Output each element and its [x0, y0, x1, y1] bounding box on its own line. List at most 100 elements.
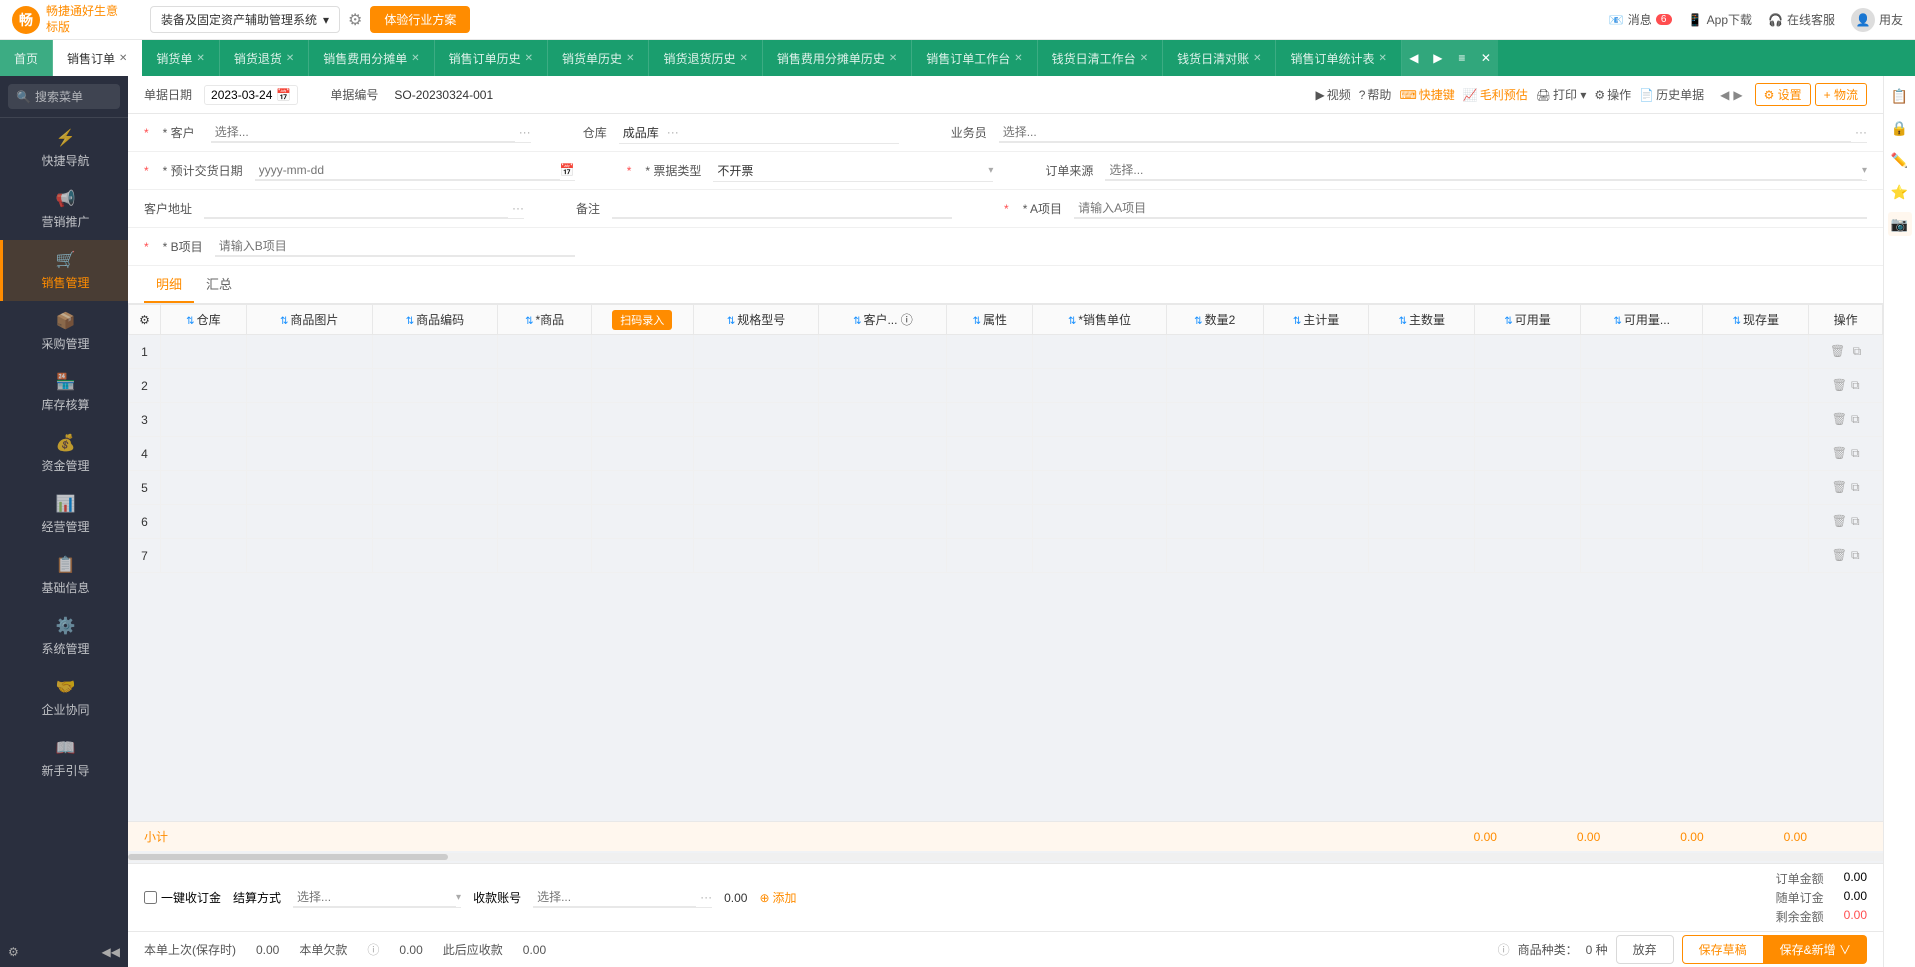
sidebar-item-guide[interactable]: 📖 新手引导 — [0, 728, 128, 789]
cell-product[interactable] — [498, 437, 592, 471]
cell-attribute[interactable] — [947, 471, 1033, 505]
operations-button[interactable]: ⚙ 操作 — [1594, 86, 1631, 103]
remark-input[interactable] — [612, 199, 952, 218]
tab-sales-slip-history[interactable]: 销货单历史 ✕ — [548, 40, 649, 76]
cell-qty2[interactable] — [1166, 539, 1263, 573]
copy-icon[interactable]: ⧉ — [1851, 514, 1860, 528]
cell-product[interactable] — [498, 505, 592, 539]
cell-available[interactable] — [1475, 505, 1581, 539]
cell-customer-code[interactable] — [819, 335, 947, 369]
a-project-input[interactable] — [1074, 199, 1867, 218]
cell-image[interactable] — [246, 437, 372, 471]
account-more-icon[interactable]: ··· — [700, 890, 712, 904]
tab-sales-stats[interactable]: 销售订单统计表 ✕ — [1276, 40, 1401, 76]
cell-image[interactable] — [246, 505, 372, 539]
tab-next-button[interactable]: ▶ — [1426, 40, 1450, 76]
cell-available[interactable] — [1475, 403, 1581, 437]
cell-current[interactable] — [1703, 369, 1809, 403]
cell-code[interactable] — [372, 471, 498, 505]
cell-spec[interactable] — [693, 437, 819, 471]
tab-close-icon[interactable]: ✕ — [525, 53, 533, 64]
cell-unit[interactable] — [1033, 403, 1167, 437]
help-button[interactable]: ? 帮助 — [1359, 86, 1392, 103]
table-scrollbar[interactable] — [128, 853, 1883, 861]
cell-unit[interactable] — [1033, 505, 1167, 539]
cell-image[interactable] — [246, 403, 372, 437]
one-click-payment-checkbox[interactable]: 一键收订金 — [144, 889, 221, 906]
scrollbar-thumb[interactable] — [128, 854, 448, 860]
sidebar-item-cooperation[interactable]: 🤝 企业协同 — [0, 667, 128, 728]
cell-spec[interactable] — [693, 335, 819, 369]
delete-icon[interactable]: 🗑 — [1832, 378, 1847, 392]
delete-icon[interactable]: 🗑 — [1830, 344, 1845, 358]
cell-customer-code[interactable] — [819, 437, 947, 471]
cell-current[interactable] — [1703, 539, 1809, 573]
cell-customer-code[interactable] — [819, 369, 947, 403]
th-scan[interactable]: 扫码录入 — [591, 305, 693, 335]
cell-customer-code[interactable] — [819, 471, 947, 505]
sidebar-item-purchase[interactable]: 📦 采购管理 — [0, 301, 128, 362]
cell-main-unit[interactable] — [1263, 369, 1369, 403]
cell-unit[interactable] — [1033, 471, 1167, 505]
cell-qty2[interactable] — [1166, 505, 1263, 539]
cell-customer-code[interactable] — [819, 539, 947, 573]
cell-code[interactable] — [372, 539, 498, 573]
cell-warehouse[interactable] — [161, 505, 247, 539]
account-input[interactable] — [533, 888, 696, 907]
th-unit[interactable]: ⇅*销售单位 — [1033, 305, 1167, 335]
address-input[interactable] — [204, 199, 508, 218]
tab-summary[interactable]: 汇总 — [194, 266, 244, 303]
cell-warehouse[interactable] — [161, 369, 247, 403]
shortcut-button[interactable]: ⌨ 快捷键 — [1399, 86, 1454, 103]
cell-product[interactable] — [498, 335, 592, 369]
customer-input[interactable] — [211, 123, 515, 142]
cell-image[interactable] — [246, 335, 372, 369]
copy-icon[interactable]: ⧉ — [1853, 344, 1862, 358]
cell-unit[interactable] — [1033, 335, 1167, 369]
cell-spec[interactable] — [693, 369, 819, 403]
tab-close-icon[interactable]: ✕ — [119, 53, 127, 64]
right-panel-edit[interactable]: ✏️ — [1888, 148, 1912, 172]
scan-enter-button[interactable]: 扫码录入 — [612, 310, 672, 330]
tab-sales-slip[interactable]: 销货单 ✕ — [142, 40, 219, 76]
delete-icon[interactable]: 🗑 — [1832, 412, 1847, 426]
cell-spec[interactable] — [693, 403, 819, 437]
th-customer-code[interactable]: ⇅客户... ⓘ — [819, 305, 947, 335]
cell-main-qty[interactable] — [1369, 539, 1475, 573]
history-orders-button[interactable]: 📄 历史单据 — [1639, 86, 1704, 103]
cell-available[interactable] — [1475, 539, 1581, 573]
cell-current[interactable] — [1703, 505, 1809, 539]
tab-home[interactable]: 首页 — [0, 40, 53, 76]
address-more-icon[interactable]: ··· — [512, 201, 524, 215]
sidebar-item-inventory[interactable]: 🏪 库存核算 — [0, 362, 128, 423]
cell-warehouse[interactable] — [161, 335, 247, 369]
cell-unit[interactable] — [1033, 437, 1167, 471]
cell-attribute[interactable] — [947, 539, 1033, 573]
cell-image[interactable] — [246, 539, 372, 573]
save-new-button[interactable]: 保存&新增 ∨ — [1764, 935, 1867, 964]
th-product[interactable]: ⇅*商品 — [498, 305, 592, 335]
right-panel-star[interactable]: ⭐ — [1888, 180, 1912, 204]
cell-warehouse[interactable] — [161, 403, 247, 437]
right-panel-lock[interactable]: 🔒 — [1888, 116, 1912, 140]
cell-main-qty[interactable] — [1369, 471, 1475, 505]
cell-main-unit[interactable] — [1263, 437, 1369, 471]
nav-prev-icon[interactable]: ◀ — [1720, 88, 1729, 102]
cell-main-qty[interactable] — [1369, 505, 1475, 539]
copy-icon[interactable]: ⧉ — [1851, 548, 1860, 562]
order-source-input[interactable] — [1105, 161, 1862, 180]
sidebar-item-basic-info[interactable]: 📋 基础信息 — [0, 545, 128, 606]
cell-attribute[interactable] — [947, 335, 1033, 369]
cell-customer-code[interactable] — [819, 505, 947, 539]
sidebar-item-system[interactable]: ⚙️ 系统管理 — [0, 606, 128, 667]
add-item-button[interactable]: ⊕ 添加 — [759, 889, 796, 906]
tab-close-icon[interactable]: ✕ — [286, 53, 294, 64]
discard-button[interactable]: 放弃 — [1616, 935, 1674, 964]
tab-menu-button[interactable]: ≡ — [1450, 40, 1474, 76]
cell-main-unit[interactable] — [1263, 335, 1369, 369]
sidebar-item-marketing[interactable]: 📢 营销推广 — [0, 179, 128, 240]
delete-icon[interactable]: 🗑 — [1832, 514, 1847, 528]
cell-available2[interactable] — [1581, 437, 1703, 471]
tab-close-all-button[interactable]: ✕ — [1474, 40, 1498, 76]
cell-product[interactable] — [498, 539, 592, 573]
